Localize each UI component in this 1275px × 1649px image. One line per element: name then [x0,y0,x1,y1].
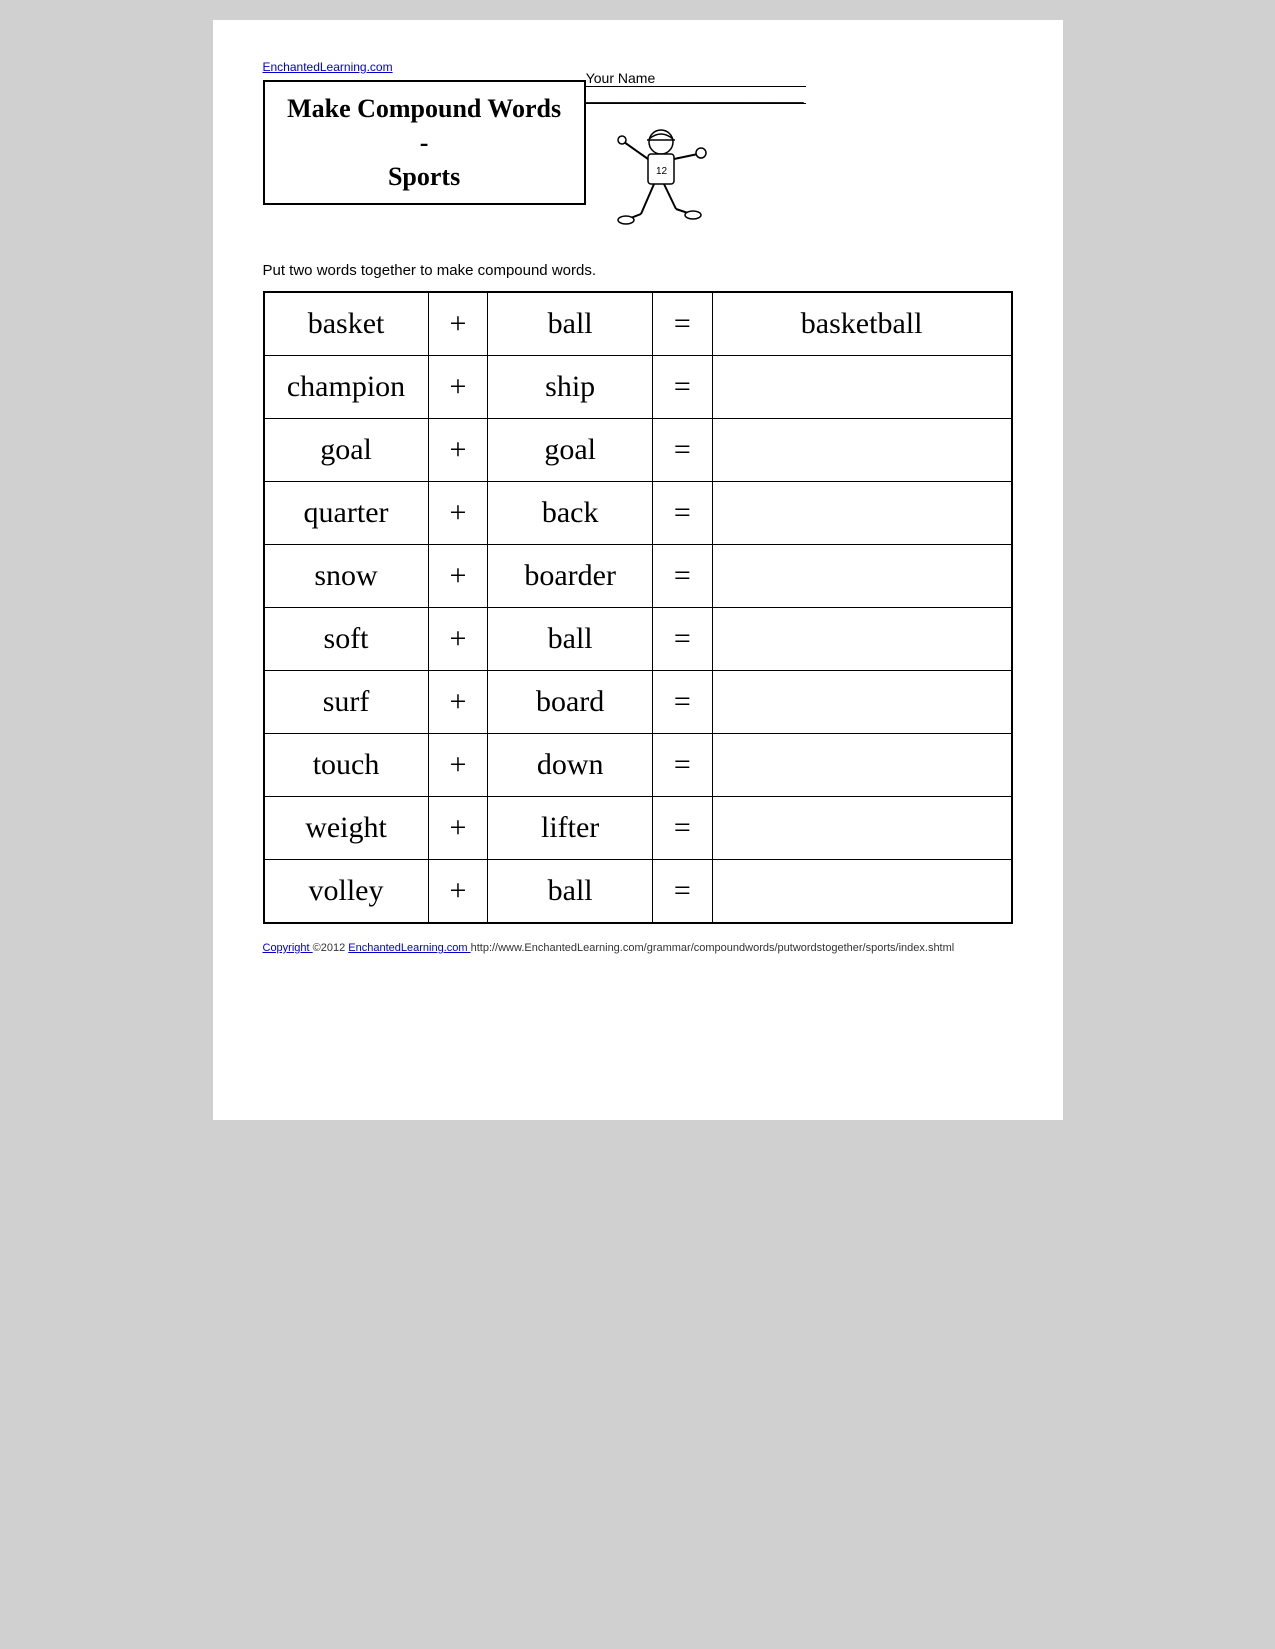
result-cell [712,797,1011,860]
word1-cell: touch [264,734,429,797]
your-name-line: Your Name____________________________ [586,70,1013,104]
table-row: basket+ball=basketball [264,292,1012,356]
eq-cell: = [652,797,712,860]
title-box: Make Compound Words - Sports [263,80,586,205]
word1-cell: soft [264,608,429,671]
worksheet-page: EnchantedLearning.com Make Compound Word… [213,20,1063,1120]
result-cell [712,860,1011,924]
word1-cell: quarter [264,482,429,545]
table-row: surf+board= [264,671,1012,734]
plus-cell: + [428,860,488,924]
plus-cell: + [428,419,488,482]
table-row: champion+ship= [264,356,1012,419]
result-cell [712,734,1011,797]
table-row: goal+goal= [264,419,1012,482]
instructions-text: Put two words together to make compound … [263,262,1013,279]
plus-cell: + [428,356,488,419]
word2-cell: ball [488,292,653,356]
left-header: EnchantedLearning.com Make Compound Word… [263,60,586,205]
table-row: volley+ball= [264,860,1012,924]
footer: Copyright ©2012 EnchantedLearning.com ht… [263,942,1013,954]
right-header: Your Name____________________________ 12 [586,70,1013,244]
plus-cell: + [428,482,488,545]
eq-cell: = [652,734,712,797]
enchanted-url-bottom[interactable]: EnchantedLearning.com [348,942,470,954]
eq-cell: = [652,545,712,608]
word2-cell: ball [488,608,653,671]
eq-cell: = [652,482,712,545]
result-cell [712,482,1011,545]
word2-cell: boarder [488,545,653,608]
plus-cell: + [428,608,488,671]
player-figure: 12 [586,124,716,244]
result-cell [712,419,1011,482]
word2-cell: ship [488,356,653,419]
word2-cell: goal [488,419,653,482]
word2-cell: board [488,671,653,734]
word2-cell: down [488,734,653,797]
word1-cell: snow [264,545,429,608]
word1-cell: weight [264,797,429,860]
word-table: basket+ball=basketballchampion+ship=goal… [263,291,1013,924]
word1-cell: surf [264,671,429,734]
table-row: soft+ball= [264,608,1012,671]
eq-cell: = [652,860,712,924]
eq-cell: = [652,356,712,419]
title-text: Make Compound Words - Sports [285,92,564,193]
table-row: snow+boarder= [264,545,1012,608]
word1-cell: basket [264,292,429,356]
word2-cell: lifter [488,797,653,860]
word2-cell: ball [488,860,653,924]
eq-cell: = [652,608,712,671]
table-row: quarter+back= [264,482,1012,545]
enchanted-url-top: EnchantedLearning.com [263,60,393,74]
eq-cell: = [652,671,712,734]
word1-cell: champion [264,356,429,419]
plus-cell: + [428,292,488,356]
top-section: EnchantedLearning.com Make Compound Word… [263,60,1013,244]
table-row: touch+down= [264,734,1012,797]
table-row: weight+lifter= [264,797,1012,860]
plus-cell: + [428,545,488,608]
result-cell [712,356,1011,419]
word1-cell: volley [264,860,429,924]
result-cell [712,545,1011,608]
eq-cell: = [652,419,712,482]
plus-cell: + [428,734,488,797]
plus-cell: + [428,797,488,860]
plus-cell: + [428,671,488,734]
word2-cell: back [488,482,653,545]
result-cell: basketball [712,292,1011,356]
copyright-link[interactable]: Copyright [263,942,313,954]
svg-text:12: 12 [656,166,668,177]
word1-cell: goal [264,419,429,482]
result-cell [712,608,1011,671]
result-cell [712,671,1011,734]
eq-cell: = [652,292,712,356]
